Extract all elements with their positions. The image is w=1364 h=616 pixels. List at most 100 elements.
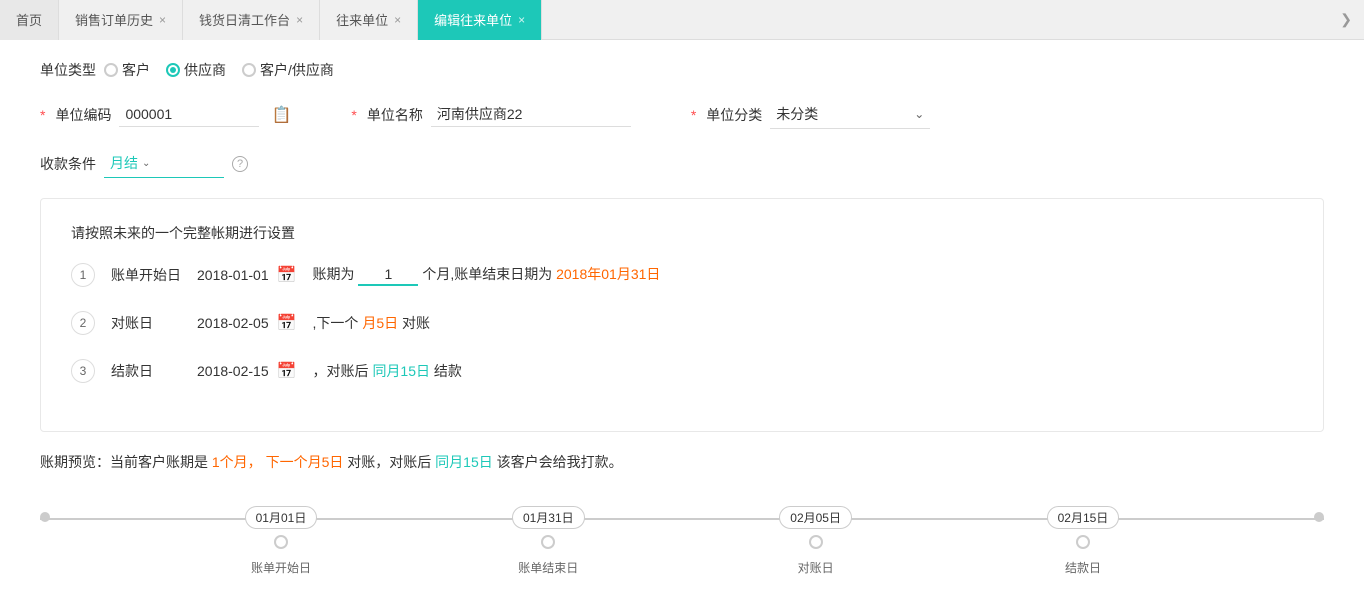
unit-code-copy-icon[interactable]: 📋 bbox=[271, 105, 291, 125]
timeline-label-3: 对账日 bbox=[798, 559, 834, 576]
step-3-desc-post: 结款 bbox=[434, 363, 462, 379]
step-1-desc: 账期为 个月,账单结束日期为 2018年01月31日 bbox=[313, 264, 661, 286]
step-2-date-value: 2018-02-05 bbox=[197, 315, 269, 331]
unit-category-value: 未分类 bbox=[776, 104, 818, 124]
payment-terms-label: 收款条件 bbox=[40, 154, 96, 174]
timeline-nodes: 01月01日 账单开始日 01月31日 账单结束日 02月05日 对账日 02月… bbox=[40, 506, 1324, 576]
step-2-row: 2 对账日 2018-02-05 📅 ,下一个 月5日 对账 bbox=[71, 311, 1293, 335]
tab-home-label: 首页 bbox=[16, 10, 42, 29]
radio-both-circle bbox=[242, 63, 256, 77]
tab-cash-work-close[interactable]: × bbox=[296, 13, 303, 27]
preview-suffix: 该客户会给我打款。 bbox=[497, 454, 623, 470]
timeline-node-2: 01月31日 账单结束日 bbox=[512, 506, 585, 576]
radio-group: 客户 供应商 客户/供应商 bbox=[104, 60, 334, 80]
month-input[interactable] bbox=[358, 264, 418, 286]
preview-text: 账期预览：当前客户账期是 1个月， 下一个月5日 对账，对账后 同月15日 该客… bbox=[40, 452, 1324, 472]
tab-cash-work[interactable]: 钱货日清工作台 × bbox=[183, 0, 320, 40]
step-2-calendar-icon[interactable]: 📅 bbox=[277, 313, 297, 333]
main-content: 单位类型 客户 供应商 客户/供应商 * 单位编码 bbox=[0, 40, 1364, 616]
step-1-num: 1 bbox=[71, 263, 95, 287]
timeline-end-dot bbox=[1314, 512, 1324, 522]
radio-supplier-circle bbox=[166, 63, 180, 77]
step-2-label: 对账日 bbox=[111, 313, 181, 333]
unit-category-label: 单位分类 bbox=[706, 105, 762, 125]
settings-card: 请按照未来的一个完整帐期进行设置 1 账单开始日 2018-01-01 📅 账期… bbox=[40, 198, 1324, 432]
timeline-dot-4 bbox=[1076, 535, 1090, 549]
step-3-num: 3 bbox=[71, 359, 95, 383]
timeline-node-4: 02月15日 结款日 bbox=[1047, 506, 1120, 576]
payment-terms-row: 收款条件 月结 ⌄ ? bbox=[40, 149, 1324, 178]
timeline-dot-2 bbox=[541, 535, 555, 549]
tab-edit-partner-label: 编辑往来单位 bbox=[434, 10, 512, 29]
tab-sales-history[interactable]: 销售订单历史 × bbox=[59, 0, 183, 40]
radio-customer[interactable]: 客户 bbox=[104, 60, 150, 80]
radio-customer-label: 客户 bbox=[122, 60, 150, 80]
unit-name-star: * bbox=[351, 107, 356, 123]
preview-prefix: 账期预览：当前客户账期是 bbox=[40, 454, 208, 470]
step-1-date-value: 2018-01-01 bbox=[197, 267, 269, 283]
timeline-date-2: 01月31日 bbox=[512, 506, 585, 529]
step-1-row: 1 账单开始日 2018-01-01 📅 账期为 个月,账单结束日期为 2018… bbox=[71, 263, 1293, 287]
step-2-num: 2 bbox=[71, 311, 95, 335]
preview-part3: 同月15日 bbox=[435, 454, 493, 470]
unit-type-field: 单位类型 客户 供应商 客户/供应商 bbox=[40, 60, 334, 80]
radio-both-label: 客户/供应商 bbox=[260, 60, 334, 80]
step-3-highlight: 同月15日 bbox=[372, 363, 430, 379]
timeline-date-1: 01月01日 bbox=[245, 506, 318, 529]
tab-partner-close[interactable]: × bbox=[394, 13, 401, 27]
radio-customer-circle bbox=[104, 63, 118, 77]
unit-category-star: * bbox=[691, 107, 696, 123]
unit-name-input[interactable] bbox=[431, 102, 631, 127]
unit-code-input[interactable] bbox=[119, 102, 259, 127]
tab-bar: 首页 销售订单历史 × 钱货日清工作台 × 往来单位 × 编辑往来单位 × ❯ bbox=[0, 0, 1364, 40]
tab-edit-partner[interactable]: 编辑往来单位 × bbox=[418, 0, 542, 40]
step-2-desc-pre: ,下一个 bbox=[313, 315, 359, 331]
timeline-label-2: 账单结束日 bbox=[518, 559, 578, 576]
timeline-start-dot bbox=[40, 512, 50, 522]
radio-both[interactable]: 客户/供应商 bbox=[242, 60, 334, 80]
unit-type-row: 单位类型 客户 供应商 客户/供应商 bbox=[40, 60, 1324, 80]
step-2-desc: ,下一个 月5日 对账 bbox=[313, 313, 430, 333]
tab-sales-history-label: 销售订单历史 bbox=[75, 10, 153, 29]
timeline: 01月01日 账单开始日 01月31日 账单结束日 02月05日 对账日 02月… bbox=[40, 496, 1324, 596]
timeline-label-1: 账单开始日 bbox=[251, 559, 311, 576]
radio-supplier[interactable]: 供应商 bbox=[166, 60, 226, 80]
unit-info-row: * 单位编码 📋 * 单位名称 * 单位分类 未分类 ⌄ bbox=[40, 100, 1324, 129]
payment-terms-field: 收款条件 月结 ⌄ ? bbox=[40, 149, 248, 178]
tab-sales-history-close[interactable]: × bbox=[159, 13, 166, 27]
unit-category-select[interactable]: 未分类 ⌄ bbox=[770, 100, 930, 129]
unit-name-field: * 单位名称 bbox=[351, 102, 630, 127]
step-3-date-value: 2018-02-15 bbox=[197, 363, 269, 379]
timeline-date-4: 02月15日 bbox=[1047, 506, 1120, 529]
step-3-desc-pre: ，对账后 bbox=[313, 363, 373, 379]
step-3-desc: ，对账后 同月15日 结款 bbox=[313, 361, 462, 381]
unit-code-label: 单位编码 bbox=[55, 105, 111, 125]
tab-expand-button[interactable]: ❯ bbox=[1328, 11, 1364, 28]
step-1-calendar-icon[interactable]: 📅 bbox=[277, 265, 297, 285]
step-2-desc-post: 对账 bbox=[402, 315, 430, 331]
step-2-highlight: 月5日 bbox=[362, 315, 398, 331]
step-3-row: 3 结款日 2018-02-15 📅 ，对账后 同月15日 结款 bbox=[71, 359, 1293, 383]
preview-part1: 1个月， bbox=[212, 454, 262, 470]
step-1-date: 2018-01-01 📅 bbox=[197, 265, 297, 285]
timeline-end-cap bbox=[1314, 510, 1324, 522]
timeline-dot-1 bbox=[274, 535, 288, 549]
step-1-desc-pre: 账期为 bbox=[313, 266, 359, 282]
preview-mid: 对账，对账后 bbox=[347, 454, 431, 470]
unit-type-label: 单位类型 bbox=[40, 60, 96, 80]
step-1-label: 账单开始日 bbox=[111, 265, 181, 285]
preview-part2: 下一个月5日 bbox=[266, 454, 344, 470]
timeline-label-4: 结款日 bbox=[1065, 559, 1101, 576]
tab-edit-partner-close[interactable]: × bbox=[518, 13, 525, 27]
payment-terms-value: 月结 bbox=[110, 153, 138, 173]
payment-terms-help-icon[interactable]: ? bbox=[232, 156, 248, 172]
step-3-calendar-icon[interactable]: 📅 bbox=[277, 361, 297, 381]
timeline-node-3: 02月05日 对账日 bbox=[779, 506, 852, 576]
payment-terms-select[interactable]: 月结 ⌄ bbox=[104, 149, 224, 178]
radio-supplier-label: 供应商 bbox=[184, 60, 226, 80]
tab-home[interactable]: 首页 bbox=[0, 0, 59, 40]
timeline-date-3: 02月05日 bbox=[779, 506, 852, 529]
tab-partner-label: 往来单位 bbox=[336, 10, 388, 29]
tab-partner[interactable]: 往来单位 × bbox=[320, 0, 418, 40]
payment-terms-chevron-icon: ⌄ bbox=[142, 158, 150, 169]
